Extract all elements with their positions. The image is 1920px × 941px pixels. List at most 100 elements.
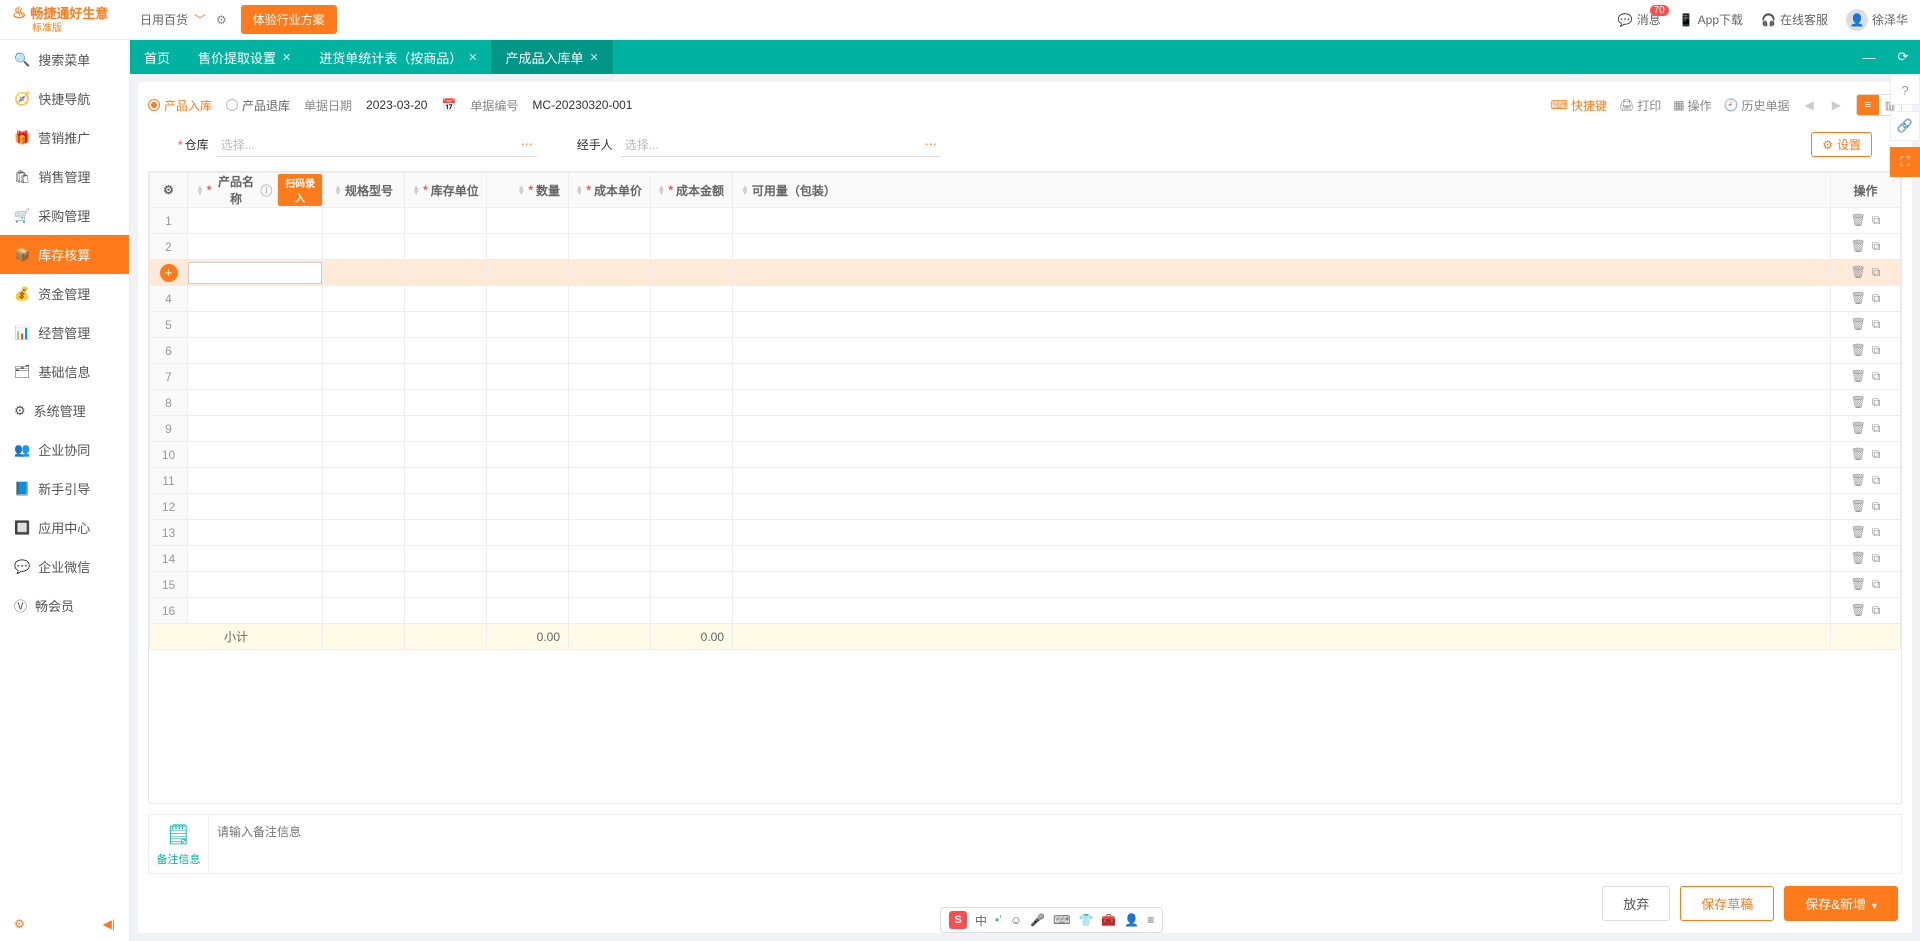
cell-price[interactable] — [569, 468, 651, 494]
cell-available[interactable] — [733, 546, 1831, 572]
sidebar-settings-icon[interactable]: ⚙ — [14, 917, 25, 931]
sidebar-item-quicknav[interactable]: 🧭快捷导航 — [0, 79, 129, 118]
doc-date-value[interactable]: 2023-03-20 — [366, 98, 427, 112]
warehouse-select[interactable]: 选择...⋯ — [217, 133, 537, 157]
sidebar-item-inventory[interactable]: 📦库存核算 — [0, 235, 129, 274]
cell-available[interactable] — [733, 494, 1831, 520]
copy-row-icon[interactable]: ⧉ — [1872, 577, 1881, 591]
col-product-name[interactable]: ▲▼*产品名称ⓘ扫码录入 — [188, 173, 323, 208]
rail-help-icon[interactable]: ? — [1890, 75, 1920, 105]
handler-select[interactable]: 选择...⋯ — [621, 133, 941, 157]
cell-qty[interactable] — [487, 260, 569, 286]
sidebar-item-wechat[interactable]: 💬企业微信 — [0, 547, 129, 586]
mode-inbound-radio[interactable]: 产品入库 — [148, 97, 212, 114]
cell-price[interactable] — [569, 546, 651, 572]
cell-available[interactable] — [733, 312, 1831, 338]
cell-qty[interactable] — [487, 572, 569, 598]
save-new-button[interactable]: 保存&新增▾ — [1784, 886, 1898, 921]
sidebar-item-system[interactable]: ⚙系统管理 — [0, 391, 129, 430]
cell-qty[interactable] — [487, 364, 569, 390]
copy-row-icon[interactable]: ⧉ — [1872, 421, 1881, 435]
cell-price[interactable] — [569, 572, 651, 598]
business-type-select[interactable]: 日用百货 ﹀ — [140, 11, 206, 28]
cell-product-name[interactable] — [188, 208, 323, 234]
cell-spec[interactable] — [323, 416, 405, 442]
sidebar-collapse-icon[interactable]: ◀| — [103, 917, 115, 931]
table-row[interactable]: 10🗑⧉ — [150, 442, 1901, 468]
cell-spec[interactable] — [323, 338, 405, 364]
cell-product-name[interactable] — [188, 312, 323, 338]
sidebar-item-apps[interactable]: 🔲应用中心 — [0, 508, 129, 547]
cell-price[interactable] — [569, 598, 651, 624]
cell-amount[interactable] — [651, 234, 733, 260]
refresh-icon[interactable]: ⟳ — [1886, 40, 1920, 74]
cell-price[interactable] — [569, 338, 651, 364]
col-spec[interactable]: ▲▼规格型号 — [323, 173, 405, 208]
cell-product-name[interactable] — [188, 494, 323, 520]
cell-spec[interactable] — [323, 442, 405, 468]
close-icon[interactable]: ✕ — [282, 51, 291, 64]
table-row[interactable]: 9🗑⧉ — [150, 416, 1901, 442]
user-menu[interactable]: 👤徐泽华 — [1846, 9, 1908, 31]
cell-qty[interactable] — [487, 390, 569, 416]
cell-spec[interactable] — [323, 520, 405, 546]
delete-row-icon[interactable]: 🗑 — [1851, 343, 1866, 357]
rail-link-icon[interactable]: 🔗 — [1890, 111, 1920, 141]
column-settings-button[interactable]: ⚙设置 — [1811, 132, 1872, 157]
delete-row-icon[interactable]: 🗑 — [1851, 213, 1866, 227]
print-button[interactable]: 🖨打印 — [1619, 97, 1661, 114]
ime-lang[interactable]: 中 — [975, 912, 987, 929]
gear-icon[interactable]: ⚙ — [216, 13, 227, 27]
cell-available[interactable] — [733, 364, 1831, 390]
close-icon[interactable]: ✕ — [468, 51, 477, 64]
cell-unit[interactable] — [405, 468, 487, 494]
next-doc-icon[interactable]: ▶ — [1829, 98, 1844, 112]
delete-row-icon[interactable]: 🗑 — [1851, 603, 1866, 617]
tab-purchase-stats[interactable]: 进货单统计表（按商品）✕ — [305, 40, 491, 74]
cell-available[interactable] — [733, 260, 1831, 286]
cell-unit[interactable] — [405, 520, 487, 546]
cell-qty[interactable] — [487, 234, 569, 260]
cell-amount[interactable] — [651, 286, 733, 312]
cell-product-name[interactable] — [188, 234, 323, 260]
cell-spec[interactable] — [323, 468, 405, 494]
delete-row-icon[interactable]: 🗑 — [1851, 239, 1866, 253]
cell-unit[interactable] — [405, 598, 487, 624]
table-row[interactable]: 15🗑⧉ — [150, 572, 1901, 598]
delete-row-icon[interactable]: 🗑 — [1851, 447, 1866, 461]
cell-amount[interactable] — [651, 312, 733, 338]
cell-available[interactable] — [733, 442, 1831, 468]
table-row[interactable]: 14🗑⧉ — [150, 546, 1901, 572]
cell-available[interactable] — [733, 338, 1831, 364]
cell-spec[interactable] — [323, 260, 405, 286]
cell-qty[interactable] — [487, 468, 569, 494]
sidebar-item-purchase[interactable]: 🛒采购管理 — [0, 196, 129, 235]
cell-product-name[interactable] — [188, 416, 323, 442]
cell-qty[interactable] — [487, 208, 569, 234]
cell-amount[interactable] — [651, 390, 733, 416]
table-row[interactable]: 1🗑⧉ — [150, 208, 1901, 234]
table-row[interactable]: 4🗑⧉ — [150, 286, 1901, 312]
product-name-input[interactable] — [188, 262, 322, 284]
cell-unit[interactable] — [405, 260, 487, 286]
cell-unit[interactable] — [405, 208, 487, 234]
cell-unit[interactable] — [405, 572, 487, 598]
cell-price[interactable] — [569, 260, 651, 286]
cell-product-name[interactable] — [188, 546, 323, 572]
table-row[interactable]: 7🗑⧉ — [150, 364, 1901, 390]
cell-price[interactable] — [569, 208, 651, 234]
save-draft-button[interactable]: 保存草稿 — [1680, 886, 1774, 921]
cell-available[interactable] — [733, 416, 1831, 442]
operations-button[interactable]: ▦操作 — [1673, 97, 1711, 114]
copy-row-icon[interactable]: ⧉ — [1872, 343, 1881, 357]
copy-row-icon[interactable]: ⧉ — [1872, 265, 1881, 279]
table-row[interactable]: 2🗑⧉ — [150, 234, 1901, 260]
discard-button[interactable]: 放弃 — [1602, 886, 1670, 921]
cell-amount[interactable] — [651, 468, 733, 494]
cell-product-name[interactable] — [188, 286, 323, 312]
copy-row-icon[interactable]: ⧉ — [1872, 317, 1881, 331]
delete-row-icon[interactable]: 🗑 — [1851, 525, 1866, 539]
cell-spec[interactable] — [323, 208, 405, 234]
table-row[interactable]: 6🗑⧉ — [150, 338, 1901, 364]
cell-amount[interactable] — [651, 546, 733, 572]
